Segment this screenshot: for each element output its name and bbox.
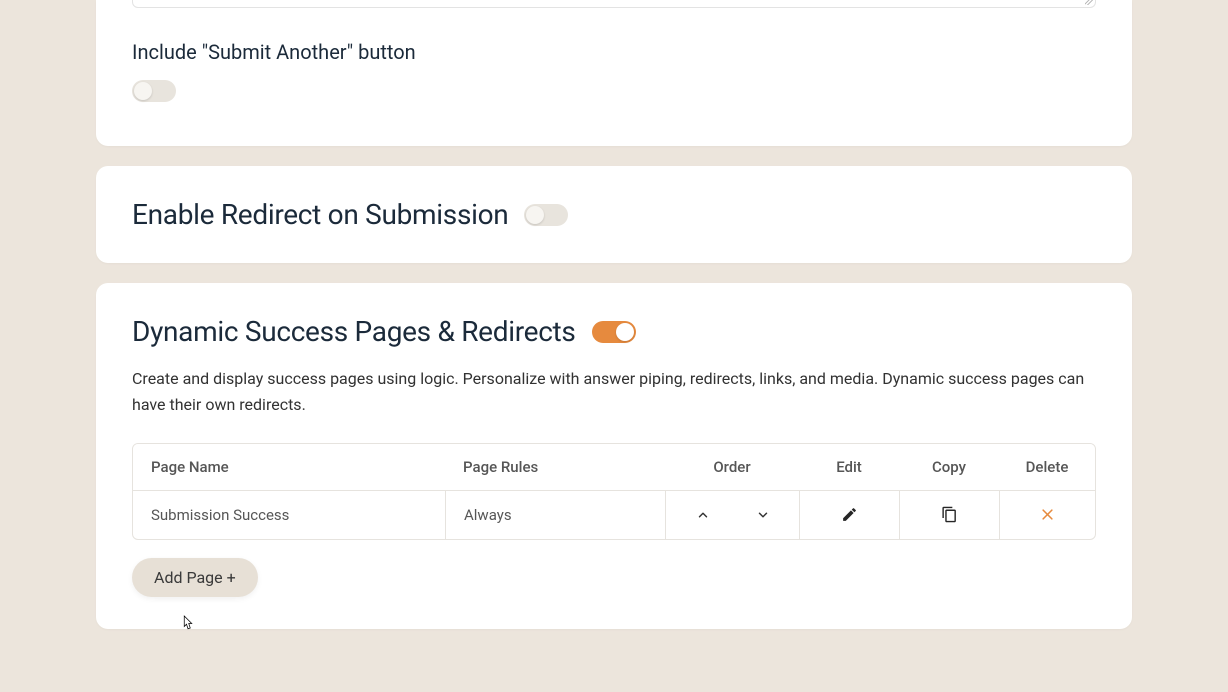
redirect-toggle[interactable] (524, 204, 568, 226)
col-page-rules: Page Rules (445, 444, 665, 490)
col-delete: Delete (999, 444, 1095, 490)
dynamic-card: Dynamic Success Pages & Redirects Create… (96, 283, 1132, 629)
submit-another-label: Include "Submit Another" button (132, 40, 1096, 64)
add-page-button[interactable]: Add Page + (132, 558, 258, 597)
redirect-card: Enable Redirect on Submission (96, 166, 1132, 263)
cell-edit (799, 491, 899, 539)
close-icon (1040, 507, 1055, 522)
chevron-down-icon (756, 508, 770, 522)
col-page-name: Page Name (133, 444, 445, 490)
submit-another-card: Include "Submit Another" button (96, 0, 1132, 146)
dynamic-description: Create and display success pages using l… (132, 366, 1096, 419)
copy-icon (941, 506, 958, 523)
toggle-knob (526, 206, 544, 224)
col-order: Order (665, 444, 799, 490)
col-edit: Edit (799, 444, 899, 490)
pencil-icon (841, 506, 858, 523)
dynamic-title: Dynamic Success Pages & Redirects (132, 315, 576, 348)
chevron-up-icon (696, 508, 710, 522)
prior-textarea[interactable] (132, 0, 1096, 8)
copy-button[interactable] (941, 506, 958, 523)
toggle-knob (134, 82, 152, 100)
dynamic-toggle[interactable] (592, 321, 636, 343)
order-up-button[interactable] (693, 505, 713, 525)
add-page-label: Add Page + (154, 568, 236, 587)
redirect-title: Enable Redirect on Submission (132, 198, 508, 231)
cell-copy (899, 491, 999, 539)
cell-order (665, 491, 799, 539)
order-down-button[interactable] (753, 505, 773, 525)
cell-delete (999, 491, 1095, 539)
table-row: Submission Success Always (133, 491, 1095, 539)
cell-page-rules: Always (445, 491, 665, 539)
edit-button[interactable] (841, 506, 858, 523)
cell-page-name: Submission Success (133, 491, 445, 539)
toggle-knob (616, 323, 634, 341)
submit-another-toggle[interactable] (132, 80, 176, 102)
table-header-row: Page Name Page Rules Order Edit Copy Del… (133, 444, 1095, 491)
dynamic-pages-table: Page Name Page Rules Order Edit Copy Del… (132, 443, 1096, 540)
col-copy: Copy (899, 444, 999, 490)
delete-button[interactable] (1040, 507, 1055, 522)
